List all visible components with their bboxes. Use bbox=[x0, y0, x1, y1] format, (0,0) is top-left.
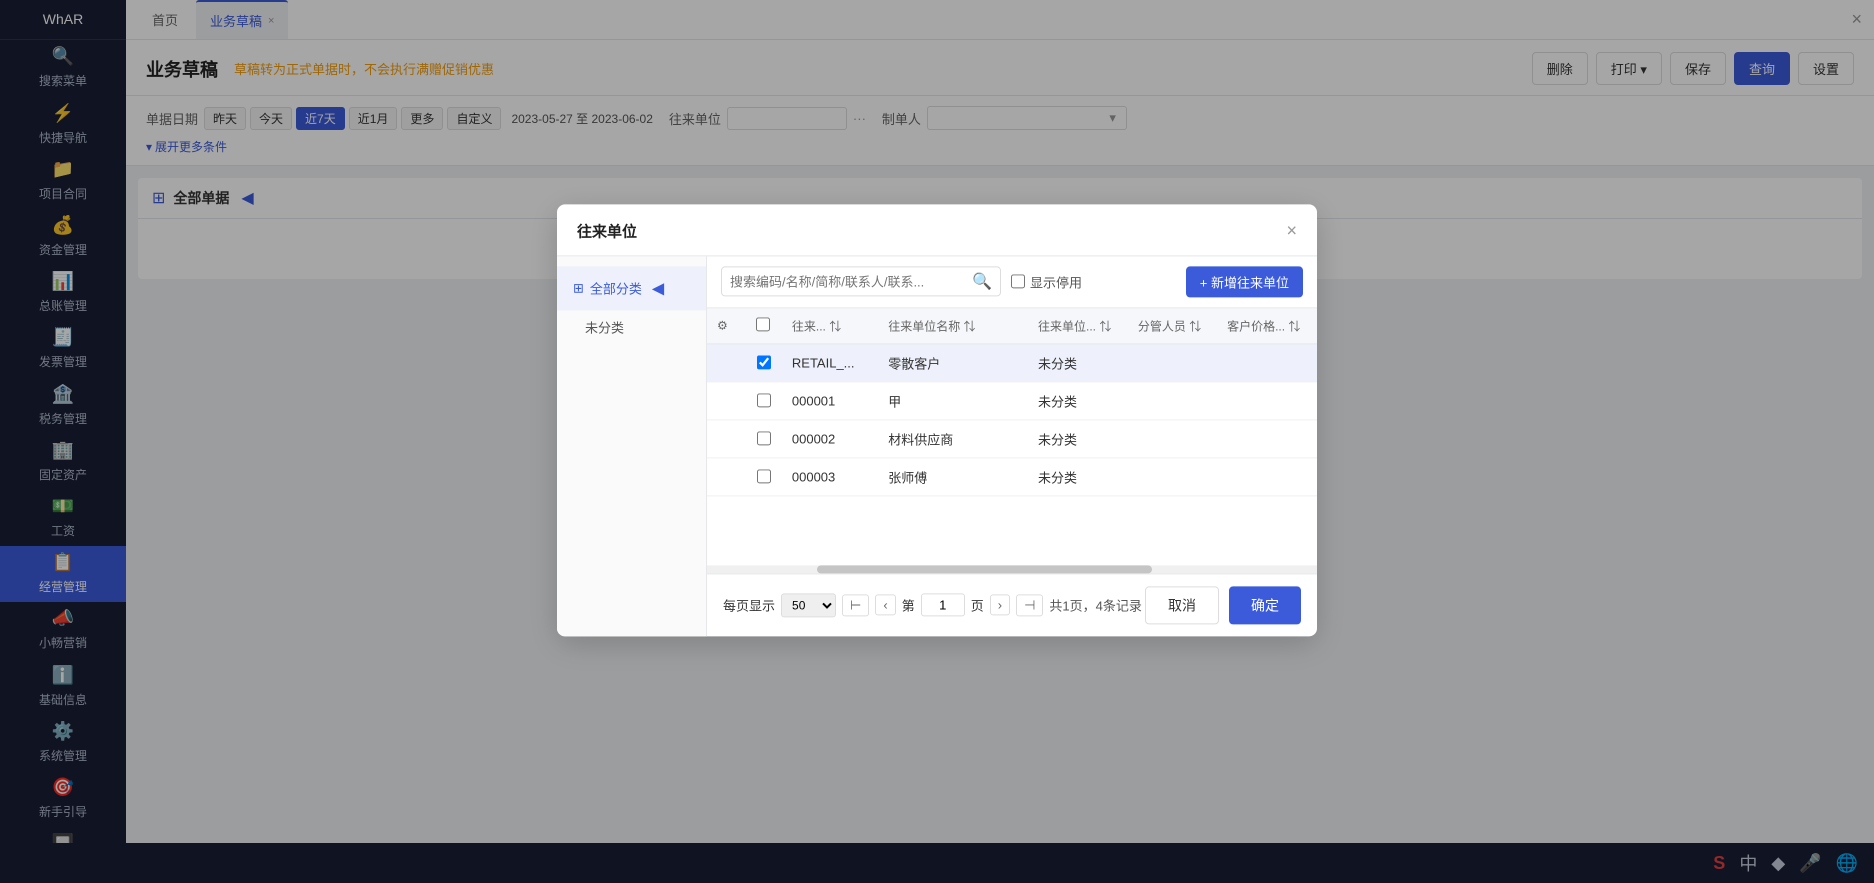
row-settings-2 bbox=[707, 381, 746, 419]
page-input[interactable] bbox=[921, 593, 965, 616]
show-disabled-label: 显示停用 bbox=[1030, 272, 1082, 291]
col-checkbox bbox=[746, 308, 782, 344]
row-category-4: 未分类 bbox=[1028, 457, 1128, 495]
row-manager-4 bbox=[1128, 457, 1217, 495]
sort-icon-name: ⇅ bbox=[964, 319, 976, 333]
show-disabled-toggle[interactable]: 显示停用 bbox=[1011, 272, 1082, 291]
per-page-select[interactable]: 50 20 100 bbox=[781, 593, 836, 617]
page-label-prefix: 第 bbox=[902, 595, 915, 614]
row-name-1: 零散客户 bbox=[878, 343, 1028, 381]
business-unit-dialog: 往来单位 × ⊞ 全部分类 ◀ 未分类 🔍 显示停用 bbox=[557, 204, 1317, 636]
row-manager-3 bbox=[1128, 419, 1217, 457]
row-category-3: 未分类 bbox=[1028, 419, 1128, 457]
row-category-1: 未分类 bbox=[1028, 343, 1128, 381]
row-check-4[interactable] bbox=[746, 457, 782, 495]
units-table: ⚙ 往来... ⇅ 往来单位名称 ⇅ 往来单位... ⇅ bbox=[707, 308, 1317, 496]
per-page-label: 每页显示 bbox=[723, 595, 775, 614]
horizontal-scrollbar[interactable] bbox=[707, 565, 1317, 573]
row-settings-3 bbox=[707, 419, 746, 457]
col-name-header: 往来单位名称 ⇅ bbox=[878, 308, 1028, 344]
dialog-close-button[interactable]: × bbox=[1286, 220, 1297, 241]
category-grid-icon: ⊞ bbox=[573, 280, 584, 296]
row-name-2: 甲 bbox=[878, 381, 1028, 419]
row-checkbox-3[interactable] bbox=[757, 431, 771, 445]
dialog-body: ⊞ 全部分类 ◀ 未分类 🔍 显示停用 + 新增往来单位 bbox=[557, 256, 1317, 636]
page-label-suffix: 页 bbox=[971, 595, 984, 614]
dialog-action-buttons: 取消 确定 bbox=[1145, 586, 1301, 624]
row-price-3 bbox=[1217, 419, 1317, 457]
row-name-4: 张师傅 bbox=[878, 457, 1028, 495]
category-collapse-button[interactable]: ◀ bbox=[648, 274, 668, 302]
col-settings: ⚙ bbox=[707, 308, 746, 344]
cancel-button[interactable]: 取消 bbox=[1145, 586, 1219, 624]
category-unclassified-label: 未分类 bbox=[585, 320, 624, 335]
confirm-button[interactable]: 确定 bbox=[1229, 586, 1301, 624]
dialog-table: ⚙ 往来... ⇅ 往来单位名称 ⇅ 往来单位... ⇅ bbox=[707, 308, 1317, 565]
col-code-header: 往来... ⇅ bbox=[782, 308, 878, 344]
row-settings-4 bbox=[707, 457, 746, 495]
search-input[interactable] bbox=[730, 274, 966, 289]
row-manager-1 bbox=[1128, 343, 1217, 381]
sort-icon-person: ⇅ bbox=[1189, 319, 1201, 333]
table-body: RETAIL_... 零散客户 未分类 000001 bbox=[707, 343, 1317, 495]
row-price-2 bbox=[1217, 381, 1317, 419]
row-checkbox-1[interactable] bbox=[757, 355, 771, 369]
col-price-header: 客户价格... ⇅ bbox=[1217, 308, 1317, 344]
row-checkbox-4[interactable] bbox=[757, 469, 771, 483]
select-all-checkbox[interactable] bbox=[756, 317, 770, 331]
row-price-4 bbox=[1217, 457, 1317, 495]
row-checkbox-2[interactable] bbox=[757, 393, 771, 407]
table-row[interactable]: 000003 张师傅 未分类 bbox=[707, 457, 1317, 495]
row-code-2: 000001 bbox=[782, 381, 878, 419]
category-all-label: 全部分类 bbox=[590, 278, 642, 297]
row-category-2: 未分类 bbox=[1028, 381, 1128, 419]
row-code-3: 000002 bbox=[782, 419, 878, 457]
col-manager-header: 分管人员 ⇅ bbox=[1128, 308, 1217, 344]
dialog-footer: 每页显示 50 20 100 ⊢ ‹ 第 页 › ⊣ 共1页，4条记录 bbox=[707, 573, 1317, 636]
row-name-3: 材料供应商 bbox=[878, 419, 1028, 457]
sort-icon-price: ⇅ bbox=[1288, 319, 1300, 333]
add-unit-button[interactable]: + 新增往来单位 bbox=[1186, 266, 1303, 297]
row-check-2[interactable] bbox=[746, 381, 782, 419]
last-page-button[interactable]: ⊣ bbox=[1016, 594, 1043, 616]
row-code-4: 000003 bbox=[782, 457, 878, 495]
dialog-right-panel: 🔍 显示停用 + 新增往来单位 ⚙ 往来... ⇅ bbox=[707, 256, 1317, 636]
pagination: 每页显示 50 20 100 ⊢ ‹ 第 页 › ⊣ 共1页，4条记录 bbox=[723, 593, 1142, 617]
total-info: 共1页，4条记录 bbox=[1049, 595, 1141, 614]
table-row[interactable]: 000002 材料供应商 未分类 bbox=[707, 419, 1317, 457]
row-code-1: RETAIL_... bbox=[782, 343, 878, 381]
search-box[interactable]: 🔍 bbox=[721, 266, 1001, 296]
dialog-title: 往来单位 bbox=[577, 220, 637, 241]
scrollbar-thumb[interactable] bbox=[817, 565, 1153, 573]
table-row[interactable]: 000001 甲 未分类 bbox=[707, 381, 1317, 419]
row-check-3[interactable] bbox=[746, 419, 782, 457]
show-disabled-checkbox[interactable] bbox=[1011, 274, 1025, 288]
category-all[interactable]: ⊞ 全部分类 ◀ bbox=[557, 266, 706, 310]
prev-page-button[interactable]: ‹ bbox=[875, 594, 895, 615]
search-icon: 🔍 bbox=[972, 271, 992, 291]
dialog-left-panel: ⊞ 全部分类 ◀ 未分类 bbox=[557, 256, 707, 636]
table-row[interactable]: RETAIL_... 零散客户 未分类 bbox=[707, 343, 1317, 381]
table-header-row: ⚙ 往来... ⇅ 往来单位名称 ⇅ 往来单位... ⇅ bbox=[707, 308, 1317, 344]
category-unclassified[interactable]: 未分类 bbox=[557, 310, 706, 343]
row-settings-1 bbox=[707, 343, 746, 381]
row-manager-2 bbox=[1128, 381, 1217, 419]
dialog-header: 往来单位 × bbox=[557, 204, 1317, 256]
row-check-1[interactable] bbox=[746, 343, 782, 381]
sort-icon-cat: ⇅ bbox=[1099, 319, 1111, 333]
dialog-toolbar: 🔍 显示停用 + 新增往来单位 bbox=[707, 256, 1317, 308]
sort-icon: ⇅ bbox=[829, 319, 841, 333]
row-price-1 bbox=[1217, 343, 1317, 381]
next-page-button[interactable]: › bbox=[990, 594, 1010, 615]
col-category-header: 往来单位... ⇅ bbox=[1028, 308, 1128, 344]
first-page-button[interactable]: ⊢ bbox=[842, 594, 869, 616]
